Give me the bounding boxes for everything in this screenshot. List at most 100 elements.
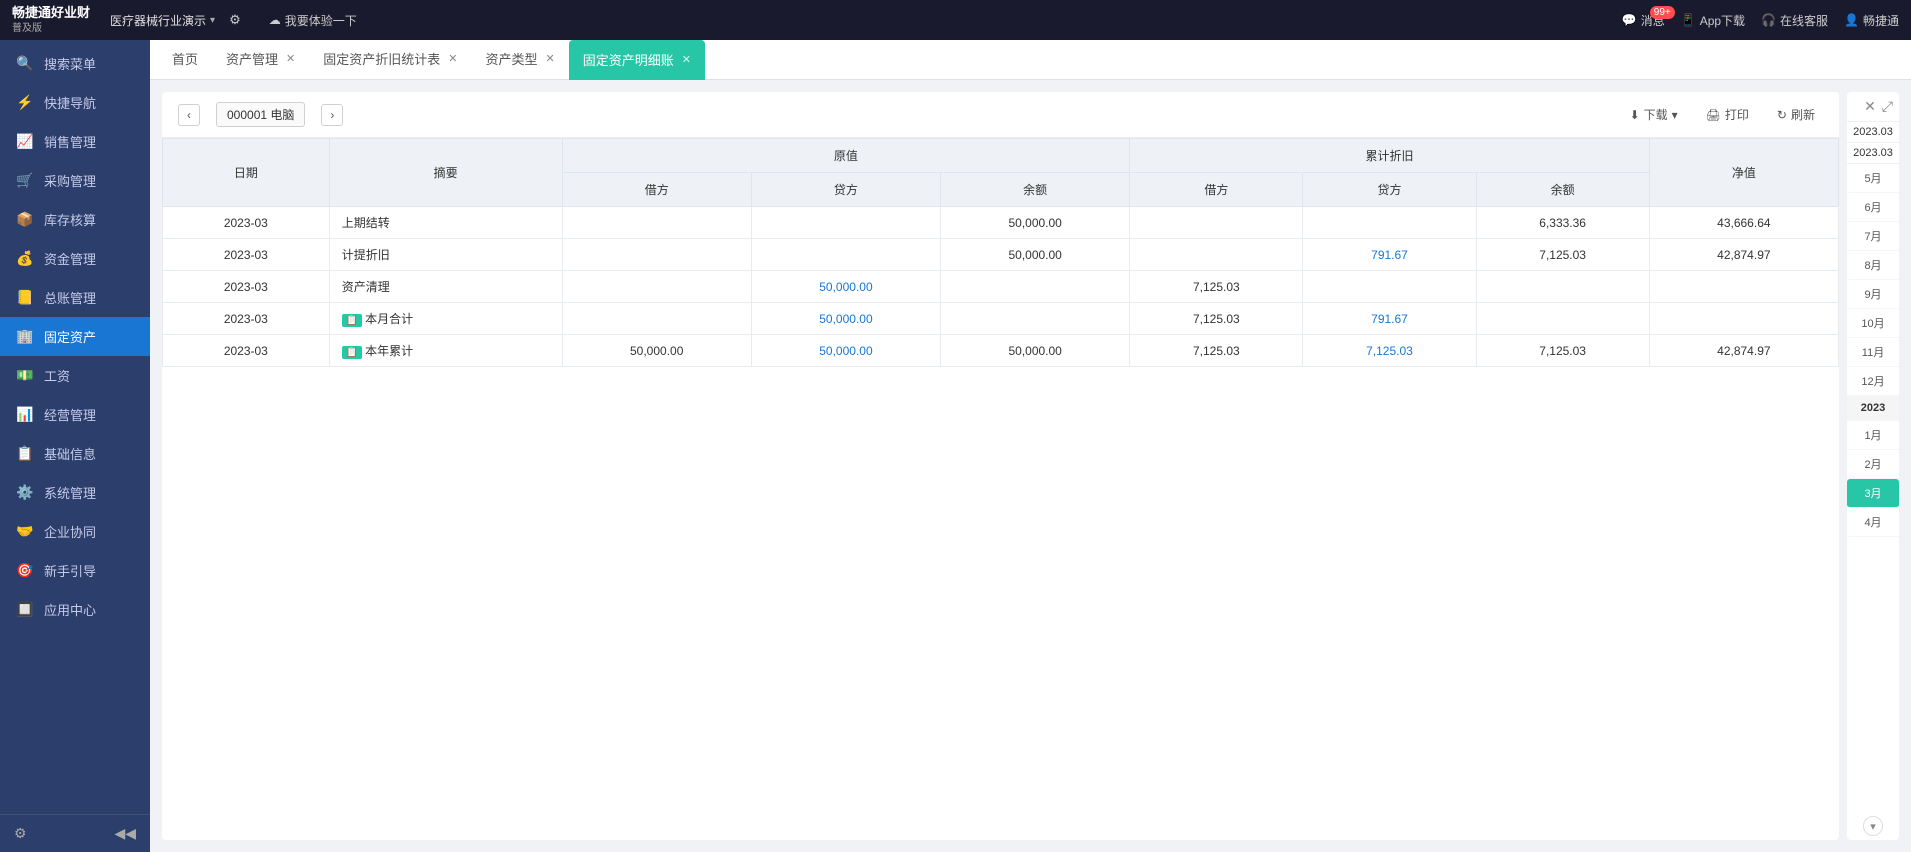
collapse-icon[interactable]: ◀◀	[114, 825, 136, 842]
sidebar-item-inventory[interactable]: 📦 库存核算	[0, 200, 150, 239]
sidebar-item-sales[interactable]: 📈 销售管理	[0, 122, 150, 161]
cell-ad-credit: 7,125.03	[1303, 335, 1476, 367]
messages-btn[interactable]: 💬 消息 99+	[1622, 12, 1665, 29]
th-ov-debit: 借方	[562, 173, 751, 207]
th-date: 日期	[163, 139, 330, 207]
tab-asset-type-close[interactable]: ✕	[546, 52, 555, 65]
cell-ov-debit	[562, 271, 751, 303]
sidebar-label-ledger: 总账管理	[44, 288, 96, 307]
month-item[interactable]: 8月	[1847, 251, 1899, 280]
data-table: 日期 摘要 原值 累计折旧 净值 借方 贷方 余额 借方	[162, 138, 1839, 367]
quick-nav-icon: ⚡	[16, 94, 34, 112]
tab-asset-detail[interactable]: 固定资产明细账 ✕	[569, 40, 705, 80]
cloud-icon: ☁	[269, 13, 281, 27]
cell-ad-credit	[1303, 271, 1476, 303]
cell-ov-balance	[941, 271, 1130, 303]
month-item[interactable]: 5月	[1847, 164, 1899, 193]
month-item[interactable]: 11月	[1847, 338, 1899, 367]
month-item[interactable]: 7月	[1847, 222, 1899, 251]
close-panel-icon[interactable]: ✕	[1864, 98, 1876, 115]
month-item[interactable]: 3月	[1847, 479, 1899, 508]
month-item[interactable]: 9月	[1847, 280, 1899, 309]
month-item[interactable]: 2月	[1847, 450, 1899, 479]
month-item[interactable]: 10月	[1847, 309, 1899, 338]
sidebar-item-purchase[interactable]: 🛒 采购管理	[0, 161, 150, 200]
settings-icon[interactable]: ⚙	[229, 12, 241, 28]
cell-ad-balance: 7,125.03	[1476, 335, 1649, 367]
company-selector[interactable]: 医疗器械行业演示 ▾	[110, 12, 215, 29]
tab-depreciation-stat[interactable]: 固定资产折旧统计表 ✕	[309, 40, 471, 80]
sidebar-bottom: ⚙ ◀◀	[0, 814, 150, 852]
download-btn[interactable]: ⬇ 下载 ▾	[1622, 102, 1686, 127]
print-btn[interactable]: 🖨 打印	[1698, 102, 1757, 127]
app-download-btn[interactable]: 📱 App下载	[1681, 12, 1745, 29]
cell-date: 2023-03	[163, 239, 330, 271]
tab-depreciation-stat-close[interactable]: ✕	[448, 52, 457, 65]
sidebar-item-ledger[interactable]: 📒 总账管理	[0, 278, 150, 317]
sidebar-label-sales: 销售管理	[44, 132, 96, 151]
nav-next-btn[interactable]: ›	[321, 104, 343, 126]
nav-prev-btn[interactable]: ‹	[178, 104, 200, 126]
settings-bottom-icon[interactable]: ⚙	[14, 825, 27, 842]
page-content: ‹ 000001 电脑 › ⬇ 下载 ▾ 🖨 打印	[150, 80, 1911, 852]
cell-date: 2023-03	[163, 207, 330, 239]
purchase-icon: 🛒	[16, 172, 34, 190]
phone-icon: 📱	[1681, 13, 1696, 27]
cell-ad-credit: 791.67	[1303, 239, 1476, 271]
month-item[interactable]: 6月	[1847, 193, 1899, 222]
cell-ov-credit: 50,000.00	[751, 271, 940, 303]
user-avatar[interactable]: 👤 畅捷通	[1844, 12, 1899, 29]
cell-ov-debit	[562, 207, 751, 239]
sidebar-item-app-center[interactable]: 🔲 应用中心	[0, 590, 150, 629]
summary-badge: 📋	[342, 314, 362, 327]
user-icon: 👤	[1844, 13, 1859, 27]
cell-ov-credit	[751, 239, 940, 271]
sidebar-label-basic-info: 基础信息	[44, 444, 96, 463]
sidebar-item-fixed-assets[interactable]: 🏢 固定资产	[0, 317, 150, 356]
th-accumulated-depreciation: 累计折旧	[1130, 139, 1649, 173]
sidebar-label-purchase: 采购管理	[44, 171, 96, 190]
message-icon: 💬	[1622, 13, 1637, 27]
expand-panel-icon[interactable]: ⤢	[1882, 98, 1893, 115]
sidebar-item-payroll[interactable]: 💵 工资	[0, 356, 150, 395]
table-row: 2023-03 资产清理 50,000.00 7,125.03	[163, 271, 1839, 303]
finance-icon: 💰	[16, 250, 34, 268]
tab-asset-type[interactable]: 资产类型 ✕	[471, 40, 568, 80]
tab-asset-detail-close[interactable]: ✕	[682, 53, 691, 66]
table-row: 2023-03 上期结转 50,000.00 6,333.36 43,666.6…	[163, 207, 1839, 239]
tab-asset-type-label: 资产类型	[485, 49, 537, 68]
month-item[interactable]: 2023	[1847, 396, 1899, 421]
experience-btn[interactable]: ☁ 我要体验一下	[269, 12, 357, 29]
sidebar-item-finance[interactable]: 💰 资金管理	[0, 239, 150, 278]
table-row: 2023-03 📋本年累计 50,000.00 50,000.00 50,000…	[163, 335, 1839, 367]
tab-home-label: 首页	[172, 49, 198, 68]
cell-ad-balance	[1476, 271, 1649, 303]
nav-down-btn[interactable]: ▾	[1863, 816, 1883, 836]
sales-icon: 📈	[16, 133, 34, 151]
month-item[interactable]: 12月	[1847, 367, 1899, 396]
th-original-value: 原值	[562, 139, 1130, 173]
tab-asset-mgmt[interactable]: 资产管理 ✕	[212, 40, 309, 80]
sidebar-label-inventory: 库存核算	[44, 210, 96, 229]
sidebar-item-basic-info[interactable]: 📋 基础信息	[0, 434, 150, 473]
month-item[interactable]: 1月	[1847, 421, 1899, 450]
online-service-btn[interactable]: 🎧 在线客服	[1761, 12, 1828, 29]
table-area: ‹ 000001 电脑 › ⬇ 下载 ▾ 🖨 打印	[162, 92, 1839, 840]
cell-summary: 上期结转	[329, 207, 562, 239]
tab-home[interactable]: 首页	[158, 40, 212, 80]
cell-ad-credit	[1303, 207, 1476, 239]
sidebar-item-collaboration[interactable]: 🤝 企业协同	[0, 512, 150, 551]
th-ov-balance: 余额	[941, 173, 1130, 207]
sidebar-item-system[interactable]: ⚙️ 系统管理	[0, 473, 150, 512]
sidebar-item-search[interactable]: 🔍 搜索菜单	[0, 44, 150, 83]
sidebar-item-guide[interactable]: 🎯 新手引导	[0, 551, 150, 590]
sidebar-label-system: 系统管理	[44, 483, 96, 502]
cell-net-value	[1649, 271, 1838, 303]
sidebar-label-guide: 新手引导	[44, 561, 96, 580]
month-item[interactable]: 4月	[1847, 508, 1899, 537]
sidebar-item-operations[interactable]: 📊 经营管理	[0, 395, 150, 434]
refresh-btn[interactable]: ↻ 刷新	[1769, 102, 1823, 127]
app-center-icon: 🔲	[16, 601, 34, 619]
tab-asset-mgmt-close[interactable]: ✕	[286, 52, 295, 65]
sidebar-item-quick-nav[interactable]: ⚡ 快捷导航	[0, 83, 150, 122]
